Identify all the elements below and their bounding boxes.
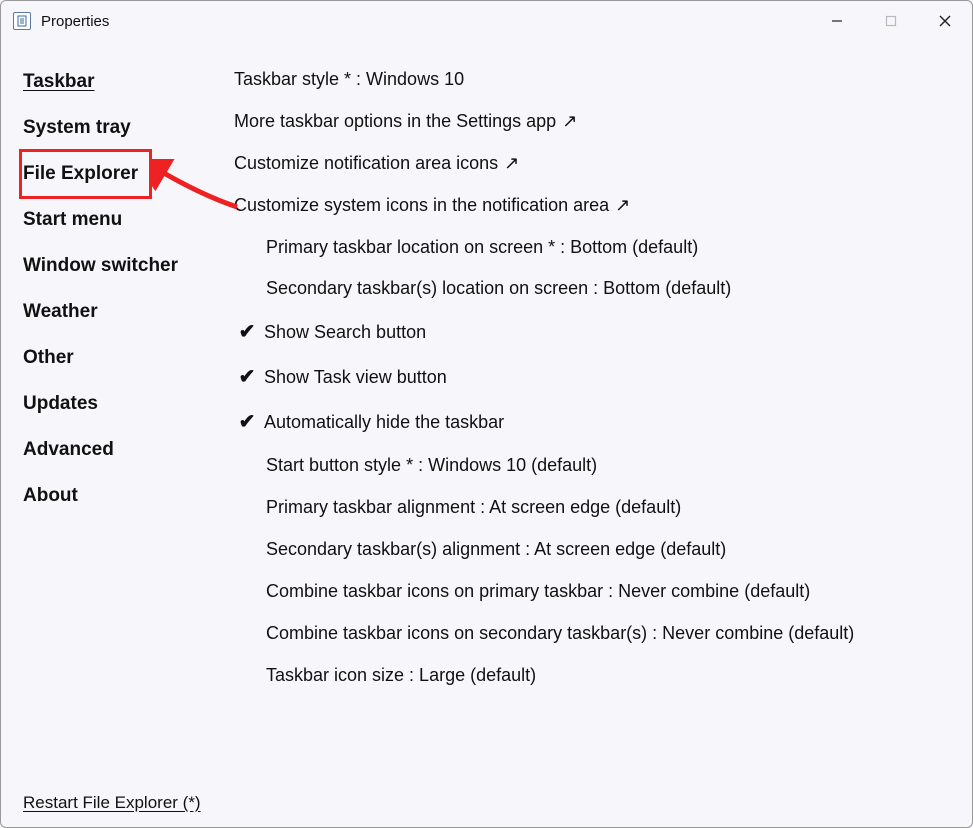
setting-show-search[interactable]: ✔Show Search button	[234, 310, 962, 355]
maximize-button[interactable]	[864, 1, 918, 41]
restart-file-explorer-link[interactable]: Restart File Explorer (*)	[23, 793, 201, 813]
sidebar-item-start-menu[interactable]: Start menu	[21, 197, 141, 243]
setting-label: Combine taskbar icons on primary taskbar…	[266, 578, 810, 606]
setting-taskbar-style[interactable]: Taskbar style * : Windows 10	[234, 59, 962, 101]
sidebar-item-file-explorer[interactable]: File Explorer	[21, 151, 150, 197]
external-link-icon: ↗	[504, 150, 519, 178]
setting-customize-notification-icons[interactable]: Customize notification area icons↗	[234, 143, 962, 185]
external-link-icon: ↗	[562, 108, 577, 136]
sidebar-item-advanced[interactable]: Advanced	[21, 427, 141, 473]
setting-label: Primary taskbar location on screen * : B…	[266, 234, 698, 262]
close-button[interactable]	[918, 1, 972, 41]
sidebar-item-taskbar[interactable]: Taskbar	[21, 59, 141, 105]
sidebar-item-other[interactable]: Other	[21, 335, 141, 381]
setting-label: Combine taskbar icons on secondary taskb…	[266, 620, 854, 648]
checkmark-icon: ✔	[234, 407, 260, 438]
sidebar-item-system-tray[interactable]: System tray	[21, 105, 141, 151]
titlebar: Properties	[1, 1, 972, 41]
footer: Restart File Explorer (*)	[1, 779, 972, 827]
setting-combine-primary[interactable]: Combine taskbar icons on primary taskbar…	[234, 571, 962, 613]
setting-label: Secondary taskbar(s) alignment : At scre…	[266, 536, 726, 564]
setting-auto-hide[interactable]: ✔Automatically hide the taskbar	[234, 400, 962, 445]
setting-secondary-location[interactable]: Secondary taskbar(s) location on screen …	[234, 268, 962, 310]
checkmark-icon: ✔	[234, 317, 260, 348]
setting-start-button-style[interactable]: Start button style * : Windows 10 (defau…	[234, 445, 962, 487]
setting-label: Taskbar style * : Windows 10	[234, 66, 464, 94]
checkmark-icon: ✔	[234, 362, 260, 393]
setting-primary-alignment[interactable]: Primary taskbar alignment : At screen ed…	[234, 487, 962, 529]
sidebar: TaskbarSystem trayFile ExplorerStart men…	[1, 41, 216, 779]
setting-label: Customize system icons in the notificati…	[234, 192, 609, 220]
sidebar-item-weather[interactable]: Weather	[21, 289, 141, 335]
setting-customize-system-icons[interactable]: Customize system icons in the notificati…	[234, 185, 962, 227]
external-link-icon: ↗	[615, 192, 630, 220]
setting-more-taskbar-options[interactable]: More taskbar options in the Settings app…	[234, 101, 962, 143]
setting-primary-location[interactable]: Primary taskbar location on screen * : B…	[234, 227, 962, 269]
window-title: Properties	[41, 13, 109, 30]
sidebar-item-updates[interactable]: Updates	[21, 381, 141, 427]
minimize-button[interactable]	[810, 1, 864, 41]
setting-label: Taskbar icon size : Large (default)	[266, 662, 536, 690]
setting-show-task-view[interactable]: ✔Show Task view button	[234, 355, 962, 400]
setting-combine-secondary[interactable]: Combine taskbar icons on secondary taskb…	[234, 613, 962, 655]
setting-label: Customize notification area icons	[234, 150, 498, 178]
setting-label: Automatically hide the taskbar	[264, 409, 504, 437]
setting-label: Secondary taskbar(s) location on screen …	[266, 275, 731, 303]
setting-label: More taskbar options in the Settings app	[234, 108, 556, 136]
settings-panel: Taskbar style * : Windows 10 More taskbar…	[216, 41, 972, 779]
app-icon	[13, 12, 31, 30]
setting-label: Show Search button	[264, 319, 426, 347]
setting-secondary-alignment[interactable]: Secondary taskbar(s) alignment : At scre…	[234, 529, 962, 571]
sidebar-item-about[interactable]: About	[21, 473, 141, 519]
setting-icon-size[interactable]: Taskbar icon size : Large (default)	[234, 655, 962, 697]
setting-label: Primary taskbar alignment : At screen ed…	[266, 494, 681, 522]
setting-label: Start button style * : Windows 10 (defau…	[266, 452, 597, 480]
setting-label: Show Task view button	[264, 364, 447, 392]
sidebar-item-window-switcher[interactable]: Window switcher	[21, 243, 184, 289]
